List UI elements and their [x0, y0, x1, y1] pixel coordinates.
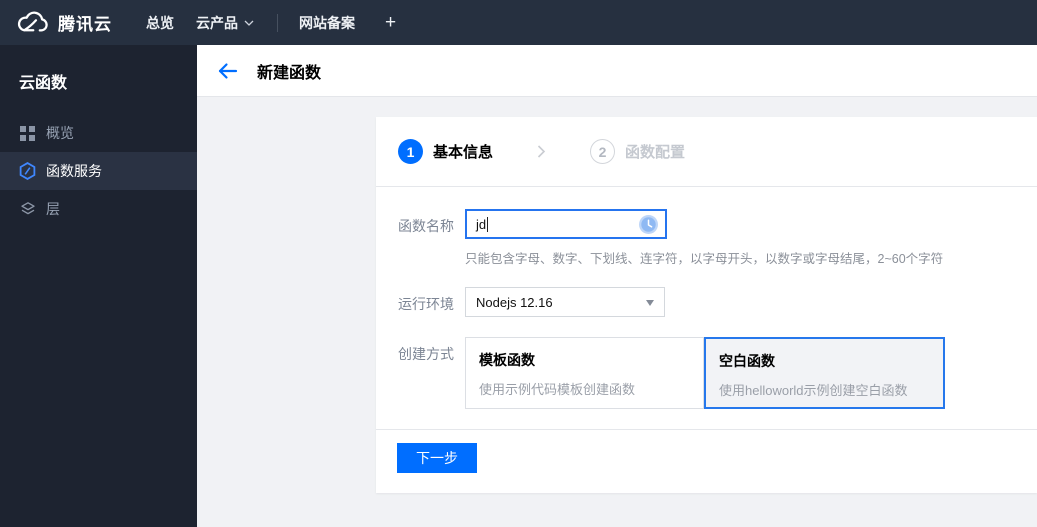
sidebar-item-function-service[interactable]: 函数服务 — [0, 152, 197, 190]
page-header: 新建函数 — [197, 45, 1037, 97]
create-function-card: 1 基本信息 2 函数配置 函数名称 jd 只能包含字母、数字、下划线、连字符，… — [376, 117, 1037, 493]
function-name-input[interactable]: jd — [465, 209, 667, 239]
runtime-row: 运行环境 Nodejs 12.16 — [398, 287, 1037, 317]
option-title: 空白函数 — [719, 353, 775, 369]
topnav-icp-tab[interactable]: 网站备案 — [299, 13, 355, 33]
step-indicator: 1 基本信息 2 函数配置 — [376, 117, 1037, 187]
topnav-overview[interactable]: 总览 — [146, 13, 174, 33]
function-name-label: 函数名称 — [398, 218, 454, 234]
select-caret-icon — [646, 300, 654, 306]
basic-info-form: 函数名称 jd 只能包含字母、数字、下划线、连字符，以字母开头，以数字或字母结尾… — [376, 187, 1037, 409]
runtime-label: 运行环境 — [398, 296, 454, 312]
sidebar-item-overview[interactable]: 概览 — [0, 114, 197, 152]
option-desc: 使用示例代码模板创建函数 — [479, 382, 636, 397]
option-card-blank-function[interactable]: 空白函数 使用helloworld示例创建空白函数 — [704, 337, 945, 409]
next-step-button[interactable]: 下一步 — [397, 443, 477, 473]
main-area: 新建函数 1 基本信息 2 函数配置 函数名称 jd 只能包含字母、数字、下划线… — [197, 45, 1037, 527]
runtime-value: Nodejs 12.16 — [476, 294, 553, 310]
function-name-help: 只能包含字母、数字、下划线、连字符，以字母开头，以数字或字母结尾，2~60个字符 — [465, 252, 944, 266]
topnav-icp-label: 网站备案 — [299, 14, 355, 31]
card-footer: 下一步 — [376, 429, 1037, 473]
sidebar-item-label: 函数服务 — [46, 163, 102, 179]
back-button[interactable] — [216, 58, 242, 84]
chevron-down-icon — [244, 20, 254, 26]
creation-method-label: 创建方式 — [398, 346, 454, 362]
step-2-label: 函数配置 — [625, 144, 686, 161]
grid-icon — [19, 125, 36, 141]
step-chevron-icon — [537, 145, 546, 158]
runtime-select[interactable]: Nodejs 12.16 — [465, 287, 665, 317]
option-card-template-function[interactable]: 模板函数 使用示例代码模板创建函数 — [465, 337, 704, 409]
clock-icon — [638, 214, 659, 238]
creation-method-row: 创建方式 模板函数 使用示例代码模板创建函数 空白函数 使用helloworld… — [398, 337, 1037, 409]
brand-name[interactable]: 腾讯云 — [58, 10, 112, 35]
layers-icon — [19, 201, 36, 217]
function-name-value: jd — [476, 216, 487, 232]
step-1-label: 基本信息 — [433, 144, 494, 161]
creation-method-options: 模板函数 使用示例代码模板创建函数 空白函数 使用helloworld示例创建空… — [465, 337, 945, 409]
function-name-row: 函数名称 jd 只能包含字母、数字、下划线、连字符，以字母开头，以数字或字母结尾… — [398, 209, 1037, 267]
step-2-circle: 2 — [590, 139, 616, 164]
step-1-circle: 1 — [398, 139, 423, 164]
topnav-cloud-products[interactable]: 云产品 — [196, 13, 254, 33]
sidebar-title: 云函数 — [19, 75, 68, 92]
tencent-cloud-logo-icon[interactable] — [16, 11, 49, 35]
sidebar-item-layers[interactable]: 层 — [0, 190, 197, 228]
text-cursor — [487, 216, 489, 232]
back-arrow-icon — [218, 62, 238, 79]
add-tab-button[interactable]: + — [385, 12, 396, 34]
topnav-cloud-products-label: 云产品 — [196, 14, 238, 31]
sidebar-item-label: 层 — [46, 201, 60, 217]
sidebar-item-label: 概览 — [46, 125, 74, 141]
function-name-field: jd 只能包含字母、数字、下划线、连字符，以字母开头，以数字或字母结尾，2~60… — [465, 209, 943, 267]
topbar: 腾讯云 总览 云产品 网站备案 + — [0, 0, 1037, 45]
sidebar: 云函数 概览 函数服务 层 — [0, 45, 197, 527]
option-desc: 使用helloworld示例创建空白函数 — [719, 383, 908, 398]
topnav-divider — [277, 13, 278, 32]
option-title: 模板函数 — [479, 352, 535, 368]
topnav-overview-label: 总览 — [146, 14, 174, 31]
page-title: 新建函数 — [257, 64, 322, 82]
function-shield-icon — [19, 162, 36, 180]
